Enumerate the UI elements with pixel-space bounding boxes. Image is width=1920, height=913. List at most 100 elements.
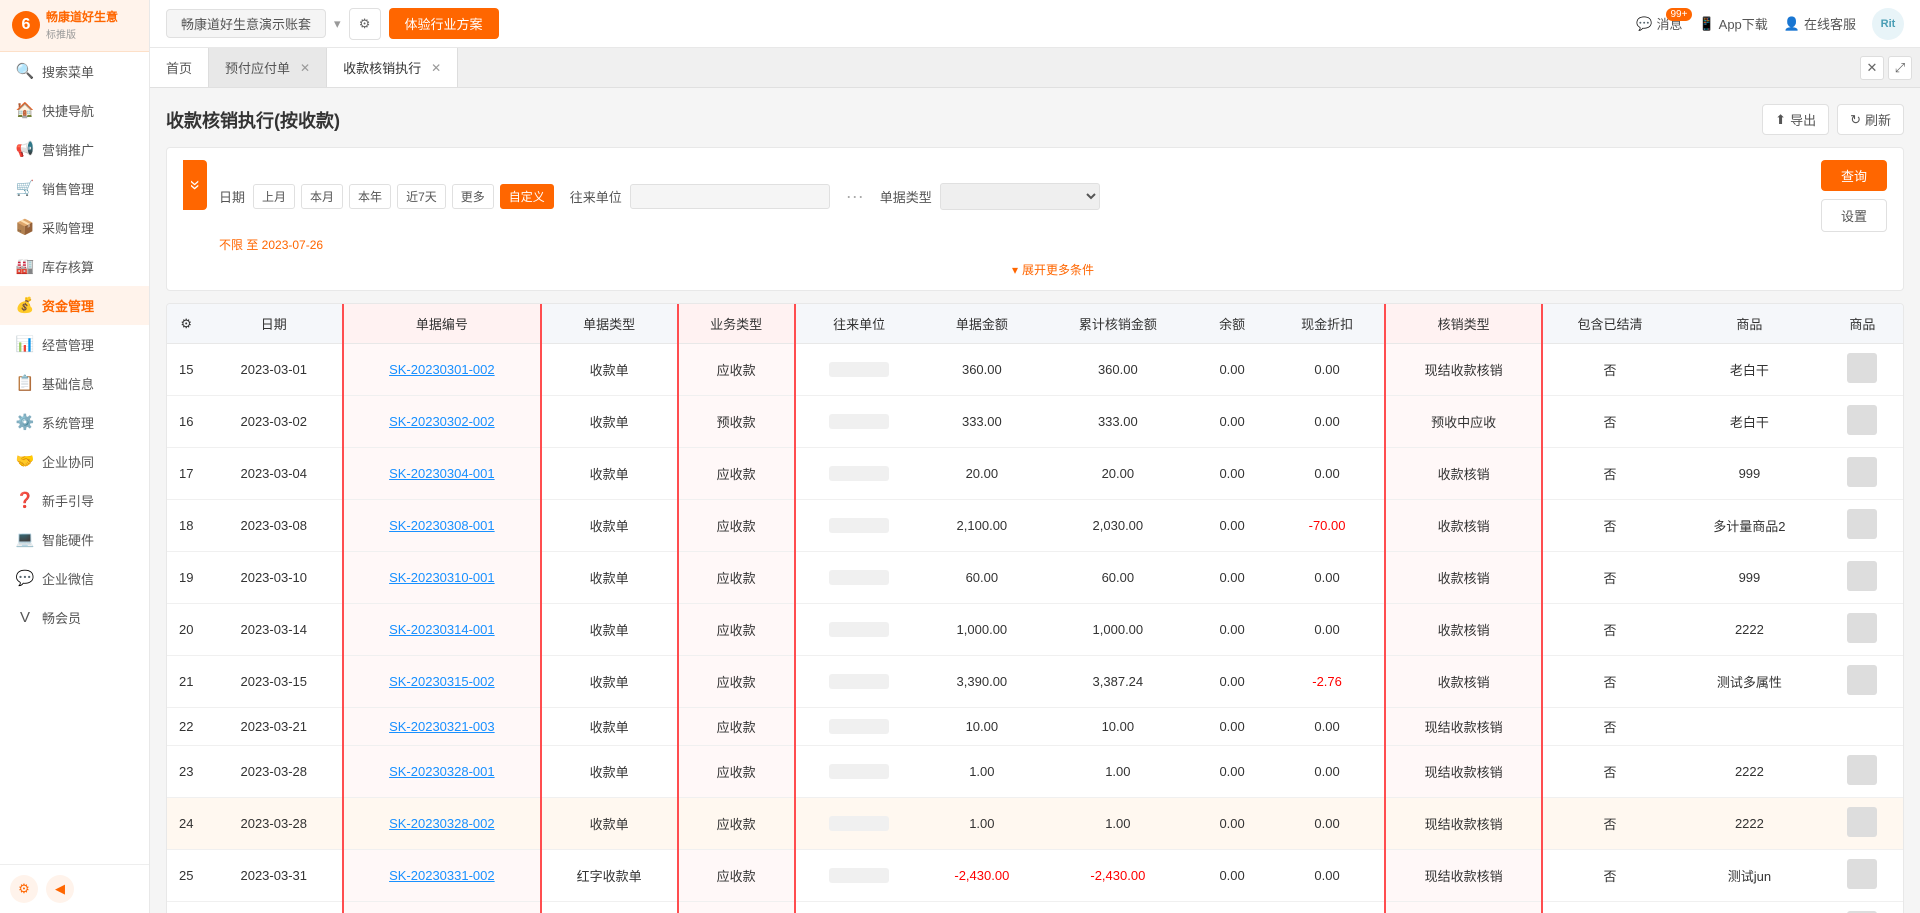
- sidebar-item-system[interactable]: ⚙️ 系统管理: [0, 403, 149, 442]
- query-button[interactable]: 查询: [1821, 160, 1887, 191]
- row-include-settled: 否: [1542, 708, 1677, 746]
- sidebar-item-marketing[interactable]: 📢 营销推广: [0, 130, 149, 169]
- sidebar-settings-button[interactable]: ⚙: [10, 875, 38, 903]
- row-receipt-type: 收款单: [541, 902, 678, 913]
- user-avatar[interactable]: Rit: [1872, 8, 1904, 40]
- row-goods-img: [1822, 746, 1903, 798]
- sidebar-item-finance[interactable]: 💰 资金管理: [0, 286, 149, 325]
- sidebar-item-label: 销售管理: [42, 179, 94, 198]
- row-amount: 360.00: [923, 344, 1042, 396]
- row-goods: 2222: [1677, 604, 1822, 656]
- partner-cell: [829, 719, 889, 734]
- receipt-type-select[interactable]: [940, 183, 1100, 210]
- row-balance: 0.00: [1195, 500, 1270, 552]
- row-partner: [795, 708, 923, 746]
- workspace-gear-button[interactable]: ⚙: [349, 8, 381, 40]
- filter-collapse-button[interactable]: »: [183, 160, 207, 210]
- partner-cell: [829, 518, 889, 533]
- row-receipt-type: 红字收款单: [541, 850, 678, 902]
- page-title: 收款核销执行(按收款): [166, 107, 340, 133]
- online-service-button[interactable]: 👤 在线客服: [1784, 14, 1856, 33]
- row-goods: 999: [1677, 448, 1822, 500]
- receipt-type-filter-group: 单据类型: [880, 183, 1100, 210]
- row-verified-amount: 2,030.00: [1041, 500, 1194, 552]
- solution-button[interactable]: 体验行业方案: [389, 8, 499, 39]
- sidebar-item-label: 智能硬件: [42, 530, 94, 549]
- table-row: 22 2023-03-21 SK-20230321-003 收款单 应收款 10…: [167, 708, 1903, 746]
- row-include-settled: 否: [1542, 396, 1677, 448]
- message-button[interactable]: 💬 消息 99+: [1636, 14, 1682, 33]
- workspace-name[interactable]: 畅康道好生意演示账套: [166, 9, 326, 38]
- sidebar-item-sales[interactable]: 🛒 销售管理: [0, 169, 149, 208]
- date-options: 上月 本月 本年 近7天 更多 自定义: [253, 184, 554, 209]
- partner-input[interactable]: [630, 184, 830, 209]
- sidebar-item-operations[interactable]: 📊 经营管理: [0, 325, 149, 364]
- row-biz-type: 预收款: [678, 902, 795, 913]
- row-receipt-type: 收款单: [541, 746, 678, 798]
- goods-image: [1847, 859, 1877, 889]
- row-amount: 20.00: [923, 902, 1042, 913]
- date-7days[interactable]: 近7天: [397, 184, 446, 209]
- row-no: 25: [167, 850, 205, 902]
- topbar-right: 💬 消息 99+ 📱 App下载 👤 在线客服 Rit: [1636, 8, 1904, 40]
- sidebar-item-basic-info[interactable]: 📋 基础信息: [0, 364, 149, 403]
- app-download-button[interactable]: 📱 App下载: [1698, 14, 1767, 33]
- sidebar-collapse-button[interactable]: ◀: [46, 875, 74, 903]
- tab-prepay-close[interactable]: ✕: [300, 61, 310, 75]
- table-row: 23 2023-03-28 SK-20230328-001 收款单 应收款 1.…: [167, 746, 1903, 798]
- date-custom[interactable]: 自定义: [500, 184, 554, 209]
- row-include-settled: 否: [1542, 344, 1677, 396]
- row-partner: [795, 850, 923, 902]
- col-partner: 往来单位: [795, 304, 923, 344]
- date-this-year[interactable]: 本年: [349, 184, 391, 209]
- settings-button[interactable]: 设置: [1821, 199, 1887, 232]
- row-partner: [795, 552, 923, 604]
- row-amount: 60.00: [923, 552, 1042, 604]
- sidebar-item-guide[interactable]: ❓ 新手引导: [0, 481, 149, 520]
- sidebar-item-search[interactable]: 🔍 搜索菜单: [0, 52, 149, 91]
- tab-home[interactable]: 首页: [150, 48, 209, 87]
- refresh-icon: ↻: [1850, 112, 1861, 128]
- sidebar-item-member[interactable]: V 畅会员: [0, 598, 149, 637]
- table-header-row: ⚙ 日期 单据编号 单据类型 业务类型 往来单位 单据金额 累计核销金额 余额 …: [167, 304, 1903, 344]
- row-date: 2023-03-31: [205, 850, 343, 902]
- date-more[interactable]: 更多: [452, 184, 494, 209]
- date-this-month[interactable]: 本月: [301, 184, 343, 209]
- table-row: 21 2023-03-15 SK-20230315-002 收款单 应收款 3,…: [167, 656, 1903, 708]
- row-no: 15: [167, 344, 205, 396]
- tab-verify[interactable]: 收款核销执行 ✕: [327, 48, 458, 87]
- tab-prepay[interactable]: 预付应付单 ✕: [209, 48, 327, 87]
- row-cash-discount: 0.00: [1270, 604, 1386, 656]
- tabbar: 首页 预付应付单 ✕ 收款核销执行 ✕ ✕ ⤢: [150, 48, 1920, 88]
- goods-image: [1847, 457, 1877, 487]
- enterprise-icon: 🤝: [16, 452, 34, 470]
- expand-conditions-button[interactable]: ▾ 展开更多条件: [1012, 261, 1094, 278]
- tab-verify-close[interactable]: ✕: [431, 61, 441, 75]
- refresh-button[interactable]: ↻ 刷新: [1837, 104, 1904, 135]
- purchase-icon: 📦: [16, 218, 34, 236]
- row-goods: 老白干: [1677, 344, 1822, 396]
- export-button[interactable]: ⬆ 导出: [1762, 104, 1829, 135]
- workspace-arrow-icon[interactable]: ▾: [334, 16, 341, 32]
- sidebar-item-inventory[interactable]: 🏭 库存核算: [0, 247, 149, 286]
- sidebar-item-wechat[interactable]: 💬 企业微信: [0, 559, 149, 598]
- date-prev-month[interactable]: 上月: [253, 184, 295, 209]
- sidebar-item-label: 快捷导航: [42, 101, 94, 120]
- tab-close-all-button[interactable]: ✕: [1860, 56, 1884, 80]
- sidebar-item-enterprise[interactable]: 🤝 企业协同: [0, 442, 149, 481]
- row-cash-discount: 0.00: [1270, 798, 1386, 850]
- sidebar-item-quick-nav[interactable]: 🏠 快捷导航: [0, 91, 149, 130]
- col-settings[interactable]: ⚙: [167, 304, 205, 344]
- row-balance: 0.00: [1195, 798, 1270, 850]
- sidebar-item-label: 资金管理: [42, 296, 94, 315]
- goods-image: [1847, 561, 1877, 591]
- row-balance: 0.00: [1195, 656, 1270, 708]
- sidebar-item-label: 畅会员: [42, 608, 81, 627]
- page-header: 收款核销执行(按收款) ⬆ 导出 ↻ 刷新: [166, 104, 1904, 135]
- sidebar-item-hardware[interactable]: 💻 智能硬件: [0, 520, 149, 559]
- row-verify-type: 现结收款核销: [1385, 344, 1541, 396]
- date-label: 日期: [219, 187, 245, 206]
- tab-expand-button[interactable]: ⤢: [1888, 56, 1912, 80]
- sidebar-item-purchase[interactable]: 📦 采购管理: [0, 208, 149, 247]
- row-include-settled: 否: [1542, 448, 1677, 500]
